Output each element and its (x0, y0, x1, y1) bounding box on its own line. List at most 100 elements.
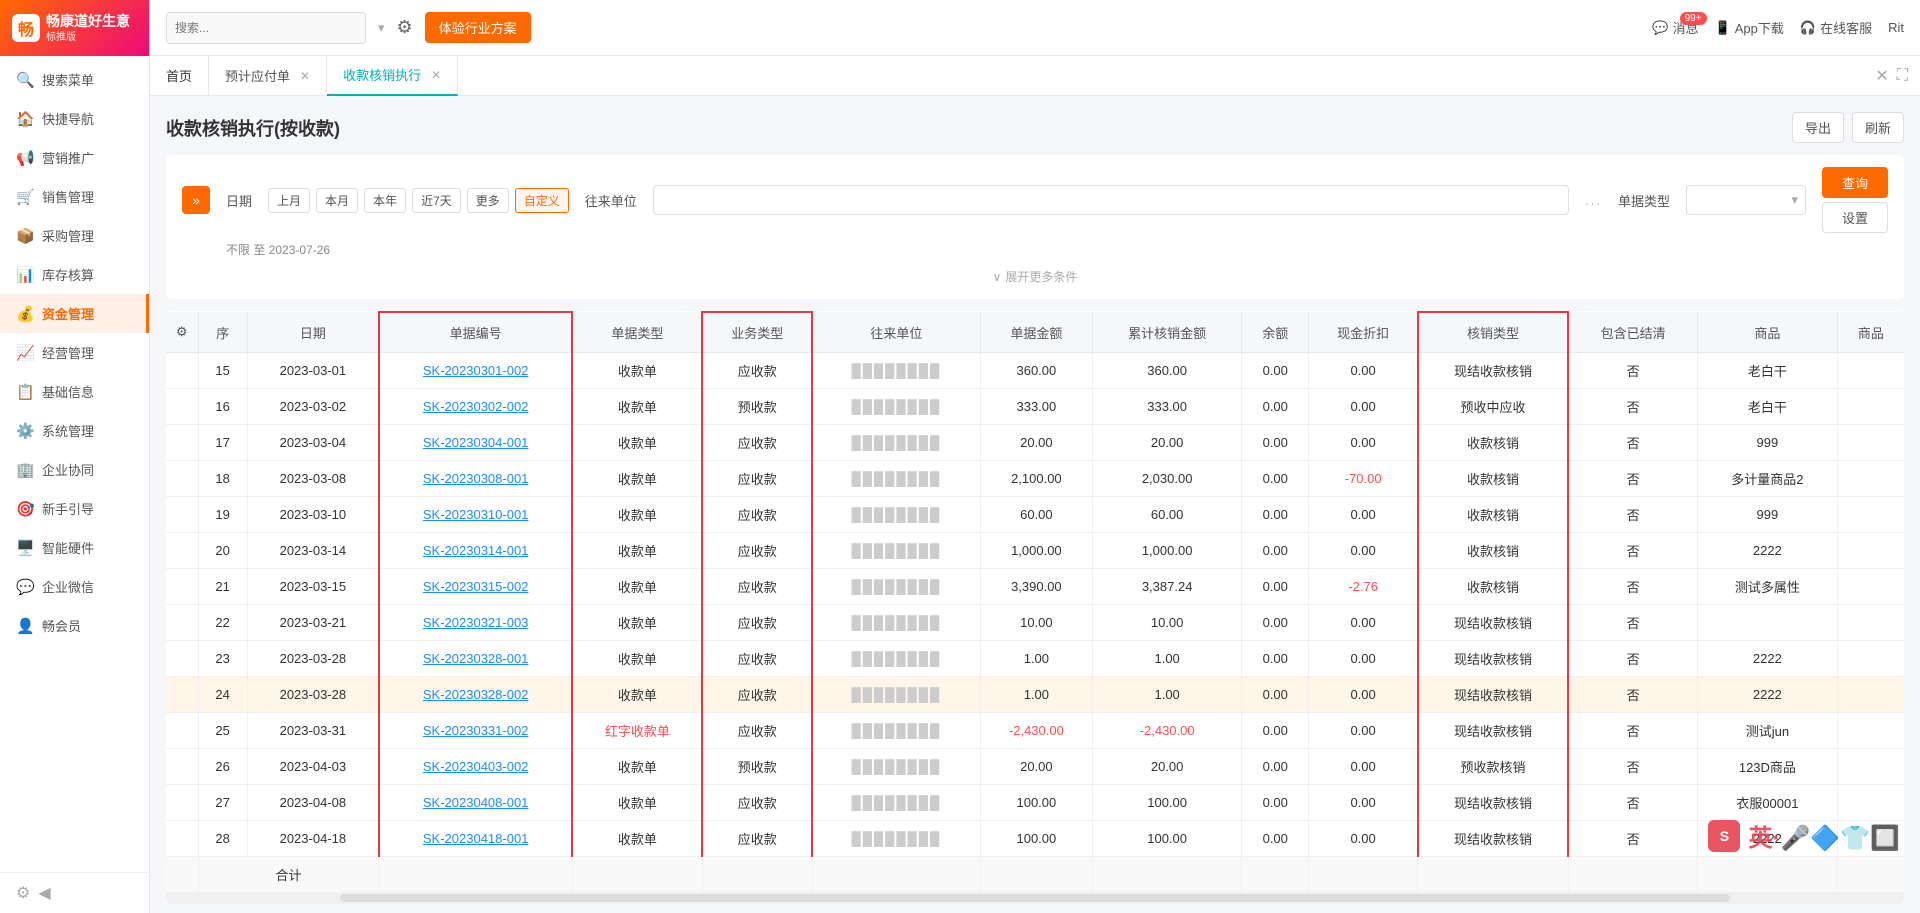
sidebar-item-guide[interactable]: 🎯 新手引导 (0, 489, 149, 528)
filter-this-year[interactable]: 本年 (364, 188, 406, 213)
logo-sub-text: 标推版 (46, 31, 130, 44)
doc-no-link[interactable]: SK-20230315-002 (423, 579, 529, 594)
doc-no-link[interactable]: SK-20230310-001 (423, 507, 529, 522)
doc-no-link[interactable]: SK-20230403-002 (423, 759, 529, 774)
sidebar-icon-guide: 🎯 (16, 500, 34, 518)
page-title: 收款核销执行(按收款) (166, 115, 340, 141)
sidebar-item-sales[interactable]: 🛒销售管理 (0, 177, 149, 216)
sidebar-icon-marketing: 📢 (16, 149, 34, 167)
header-online-service[interactable]: 🎧 在线客服 (1800, 18, 1872, 37)
header-app-download[interactable]: 📱 App下载 (1715, 18, 1784, 37)
tab-close-receipt-verify[interactable]: ✕ (431, 68, 441, 82)
filter-query-button[interactable]: 查询 (1822, 167, 1888, 198)
sidebar-item-inventory[interactable]: 📊库存核算 (0, 255, 149, 294)
th-cumulative: 累计核销金额 (1093, 312, 1242, 353)
th-verify-type: 核销类型 (1418, 312, 1568, 353)
header-messages[interactable]: 💬 消息 99+ (1652, 18, 1698, 37)
filter-receipt-type-select[interactable] (1686, 185, 1806, 215)
doc-no-link[interactable]: SK-20230408-001 (423, 795, 529, 810)
sidebar-item-operation[interactable]: 📈经营管理 (0, 333, 149, 372)
sidebar-icon-quick-nav: 🏠 (16, 110, 34, 128)
sidebar-item-member[interactable]: 👤畅会员 (0, 606, 149, 645)
sidebar-item-basic[interactable]: 📋 基础信息 (0, 372, 149, 411)
sidebar-icon-operation: 📈 (16, 344, 34, 362)
filter-last-month[interactable]: 上月 (268, 188, 310, 213)
logo-icon: 畅 (12, 14, 40, 42)
tab-bar-actions: ✕ ⛶ (1863, 66, 1920, 86)
doc-no-link[interactable]: SK-20230304-001 (423, 435, 529, 450)
table-row: 222023-03-21SK-20230321-003收款单应收款███████… (166, 605, 1904, 641)
data-table-container: ⚙ 序 日期 单据编号 单据类型 业务类型 往来单位 单据金额 累计核销金额 余… (166, 311, 1904, 904)
tab-close-button[interactable]: ✕ (1875, 66, 1888, 86)
doc-no-link[interactable]: SK-20230418-001 (423, 831, 529, 846)
sidebar-icon-member: 👤 (16, 617, 34, 635)
filter-expand-button[interactable]: » (182, 186, 210, 214)
tab-close-prepay[interactable]: ✕ (300, 69, 310, 83)
filter-7days[interactable]: 近7天 (412, 188, 461, 213)
sidebar-icon-sales: 🛒 (16, 188, 34, 206)
th-settings[interactable]: ⚙ (166, 312, 198, 353)
table-row: 202023-03-14SK-20230314-001收款单应收款███████… (166, 533, 1904, 569)
sidebar-item-search[interactable]: 🔍搜索菜单 (0, 60, 149, 99)
collapse-icon[interactable]: ◀ (38, 883, 50, 903)
main-area: ▾ ⚙ 体验行业方案 💬 消息 99+ 📱 App下载 🎧 在线客服 Rit 首… (150, 0, 1920, 913)
table-row: 192023-03-10SK-20230310-001收款单应收款███████… (166, 497, 1904, 533)
data-table: ⚙ 序 日期 单据编号 单据类型 业务类型 往来单位 单据金额 累计核销金额 余… (166, 311, 1904, 904)
doc-no-link[interactable]: SK-20230328-001 (423, 651, 529, 666)
th-include-settled: 包含已结清 (1568, 312, 1697, 353)
content-area: 收款核销执行(按收款) 导出 刷新 » 日期 上月 本月 本年 近7天 更多 自… (150, 96, 1920, 913)
tab-receipt-verify[interactable]: 收款核销执行✕ (327, 56, 458, 96)
sidebar-item-corp[interactable]: 🏢企业协同 (0, 450, 149, 489)
header-search-input[interactable] (166, 12, 366, 44)
header-user[interactable]: Rit (1888, 20, 1904, 35)
settings-bottom-icon[interactable]: ⚙ (16, 883, 30, 903)
table-row: 162023-03-02SK-20230302-002收款单预收款███████… (166, 389, 1904, 425)
filter-counterpart-input[interactable] (653, 185, 1569, 215)
doc-no-link[interactable]: SK-20230308-001 (423, 471, 529, 486)
filter-counterpart-label: 往来单位 (585, 191, 637, 210)
th-goods2: 商品 (1837, 312, 1904, 353)
tab-prepay[interactable]: 预计应付单✕ (209, 56, 327, 96)
tab-home[interactable]: 首页 (150, 56, 209, 96)
sidebar-label-wechat: 企业微信 (42, 577, 94, 596)
filter-settings-button[interactable]: 设置 (1822, 202, 1888, 233)
column-settings-icon[interactable]: ⚙ (176, 324, 188, 339)
filter-more[interactable]: 更多 (467, 188, 509, 213)
sidebar-item-purchase[interactable]: 📦采购管理 (0, 216, 149, 255)
header-chevron-icon[interactable]: ▾ (378, 20, 385, 36)
header-gear-icon[interactable]: ⚙ (397, 17, 413, 38)
sidebar-item-finance[interactable]: 💰资金管理 (0, 294, 149, 333)
sidebar-item-quick-nav[interactable]: 🏠 快捷导航 (0, 99, 149, 138)
sidebar-item-wechat[interactable]: 💬 企业微信 (0, 567, 149, 606)
filter-this-month[interactable]: 本月 (316, 188, 358, 213)
sidebar-item-system[interactable]: ⚙️系统管理 (0, 411, 149, 450)
industry-solution-button[interactable]: 体验行业方案 (425, 12, 531, 43)
tab-maximize-button[interactable]: ⛶ (1897, 67, 1908, 85)
sidebar-logo: 畅 畅康道好生意 标推版 (0, 0, 149, 56)
doc-no-link[interactable]: SK-20230314-001 (423, 543, 529, 558)
doc-no-link[interactable]: SK-20230328-002 (423, 687, 529, 702)
page-actions: 导出 刷新 (1792, 112, 1904, 143)
sidebar-label-quick-nav: 快捷导航 (42, 109, 94, 128)
sidebar-icon-wechat: 💬 (16, 578, 34, 596)
sidebar-item-marketing[interactable]: 📢营销推广 (0, 138, 149, 177)
sidebar-label-purchase: 采购管理 (42, 226, 94, 245)
export-button[interactable]: 导出 (1792, 112, 1844, 143)
expand-more-button[interactable]: ∨ 展开更多条件 (985, 266, 1086, 287)
doc-no-link[interactable]: SK-20230301-002 (423, 363, 529, 378)
sidebar-label-guide: 新手引导 (42, 499, 94, 518)
expand-more-row: ∨ 展开更多条件 (182, 266, 1888, 287)
doc-no-link[interactable]: SK-20230321-003 (423, 615, 529, 630)
sidebar-icon-basic: 📋 (16, 383, 34, 401)
table-header-row: ⚙ 序 日期 单据编号 单据类型 业务类型 往来单位 单据金额 累计核销金额 余… (166, 312, 1904, 353)
watermark: S 英·🎤🔷👕🔲 (1708, 818, 1900, 853)
filter-custom[interactable]: 自定义 (515, 188, 569, 213)
doc-no-link[interactable]: SK-20230302-002 (423, 399, 529, 414)
sidebar-label-basic: 基础信息 (42, 382, 94, 401)
horizontal-scrollbar[interactable] (340, 894, 1730, 902)
doc-no-link[interactable]: SK-20230331-002 (423, 723, 529, 738)
th-date: 日期 (247, 312, 379, 353)
sidebar-item-hardware[interactable]: 🖥️智能硬件 (0, 528, 149, 567)
refresh-button[interactable]: 刷新 (1852, 112, 1904, 143)
message-icon: 💬 (1652, 20, 1668, 36)
